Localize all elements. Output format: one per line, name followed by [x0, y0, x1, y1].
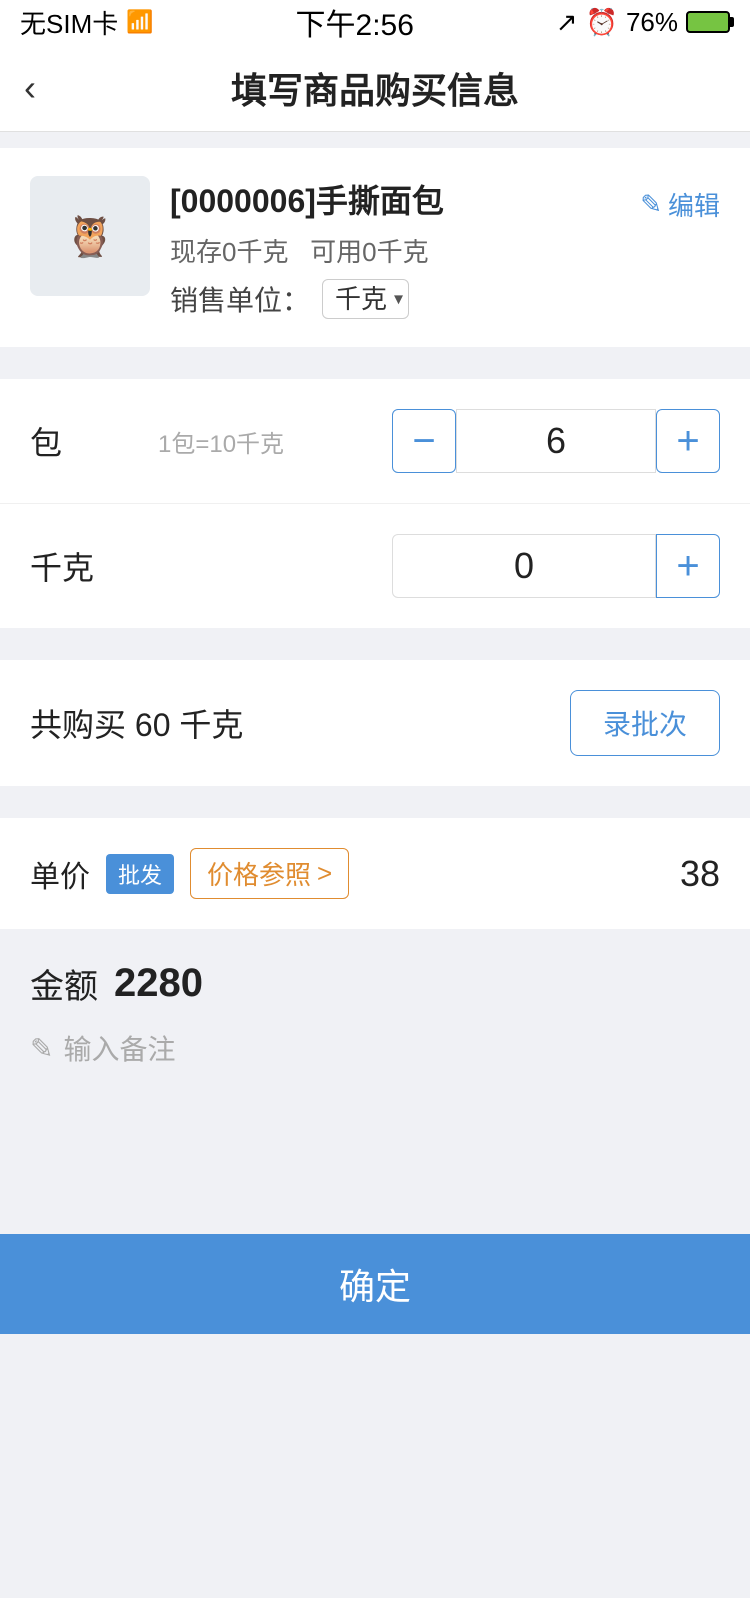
status-right: ↗ ⏰ 76%: [556, 7, 730, 38]
summary-text: 共购买 60 千克: [30, 700, 243, 746]
wifi-icon: 📶: [126, 9, 153, 35]
nav-bar: ‹ 填写商品购买信息: [0, 44, 750, 132]
battery-label: 76%: [626, 7, 678, 38]
alarm-icon: ⏰: [586, 7, 618, 38]
price-row: 单价 批发 价格参照 > 38: [30, 848, 720, 899]
carrier-label: 无SIM卡: [20, 4, 118, 41]
price-section: 单价 批发 价格参照 > 38: [0, 818, 750, 929]
status-left: 无SIM卡 📶: [20, 4, 154, 41]
product-name: [0000006]手撕面包: [170, 176, 720, 222]
kg-increment-btn[interactable]: +: [656, 534, 720, 598]
back-button[interactable]: ‹: [24, 67, 36, 109]
amount-section: 金额 2280 ✎ 输入备注: [0, 929, 750, 1098]
summary-section: 共购买 60 千克 录批次: [0, 660, 750, 786]
page-title: 填写商品购买信息: [231, 62, 519, 114]
kg-qty-controls: +: [392, 534, 720, 598]
status-bar: 无SIM卡 📶 下午2:56 ↗ ⏰ 76%: [0, 0, 750, 44]
kg-qty-input[interactable]: [392, 534, 656, 598]
location-icon: ↗: [556, 7, 578, 38]
package-row: 包 1包=10千克 − +: [0, 379, 750, 504]
input-section: 包 1包=10千克 − + 千克 +: [0, 379, 750, 628]
package-qty-input[interactable]: [456, 409, 656, 473]
amount-value: 2280: [114, 961, 203, 1006]
price-value: 38: [680, 853, 720, 895]
price-ref-btn[interactable]: 价格参照 >: [190, 848, 349, 899]
package-increment-btn[interactable]: +: [656, 409, 720, 473]
package-sublabel: 1包=10千克: [158, 424, 392, 459]
product-stock: 现存0千克 可用0千克: [170, 232, 720, 269]
pencil-icon: ✎: [30, 1032, 53, 1065]
product-card: 🦉 [0000006]手撕面包 现存0千克 可用0千克 销售单位： 千克 ✎: [0, 148, 750, 347]
edit-icon: ✎: [640, 189, 662, 220]
unit-select[interactable]: 千克: [322, 279, 409, 319]
package-decrement-btn[interactable]: −: [392, 409, 456, 473]
product-unit-row: 销售单位： 千克: [170, 279, 720, 319]
edit-link[interactable]: ✎ 编辑: [640, 186, 720, 223]
record-batch-btn[interactable]: 录批次: [570, 690, 720, 756]
product-info: [0000006]手撕面包 现存0千克 可用0千克 销售单位： 千克: [170, 176, 720, 319]
kg-label: 千克: [30, 543, 150, 589]
product-thumbnail: 🦉: [30, 176, 150, 296]
kg-row: 千克 +: [0, 504, 750, 628]
status-time: 下午2:56: [296, 0, 414, 44]
price-badge: 批发: [106, 854, 174, 894]
product-thumb-icon: 🦉: [65, 213, 115, 260]
note-row[interactable]: ✎ 输入备注: [30, 1028, 720, 1068]
package-label: 包: [30, 418, 150, 464]
battery-icon: [686, 11, 730, 33]
amount-row: 金额 2280: [30, 959, 720, 1008]
confirm-button[interactable]: 确定: [0, 1234, 750, 1334]
unit-select-wrapper[interactable]: 千克: [322, 279, 409, 319]
note-placeholder[interactable]: 输入备注: [63, 1028, 175, 1068]
price-label: 单价: [30, 852, 90, 896]
package-qty-controls: − +: [392, 409, 720, 473]
price-ref-chevron: >: [317, 858, 332, 889]
